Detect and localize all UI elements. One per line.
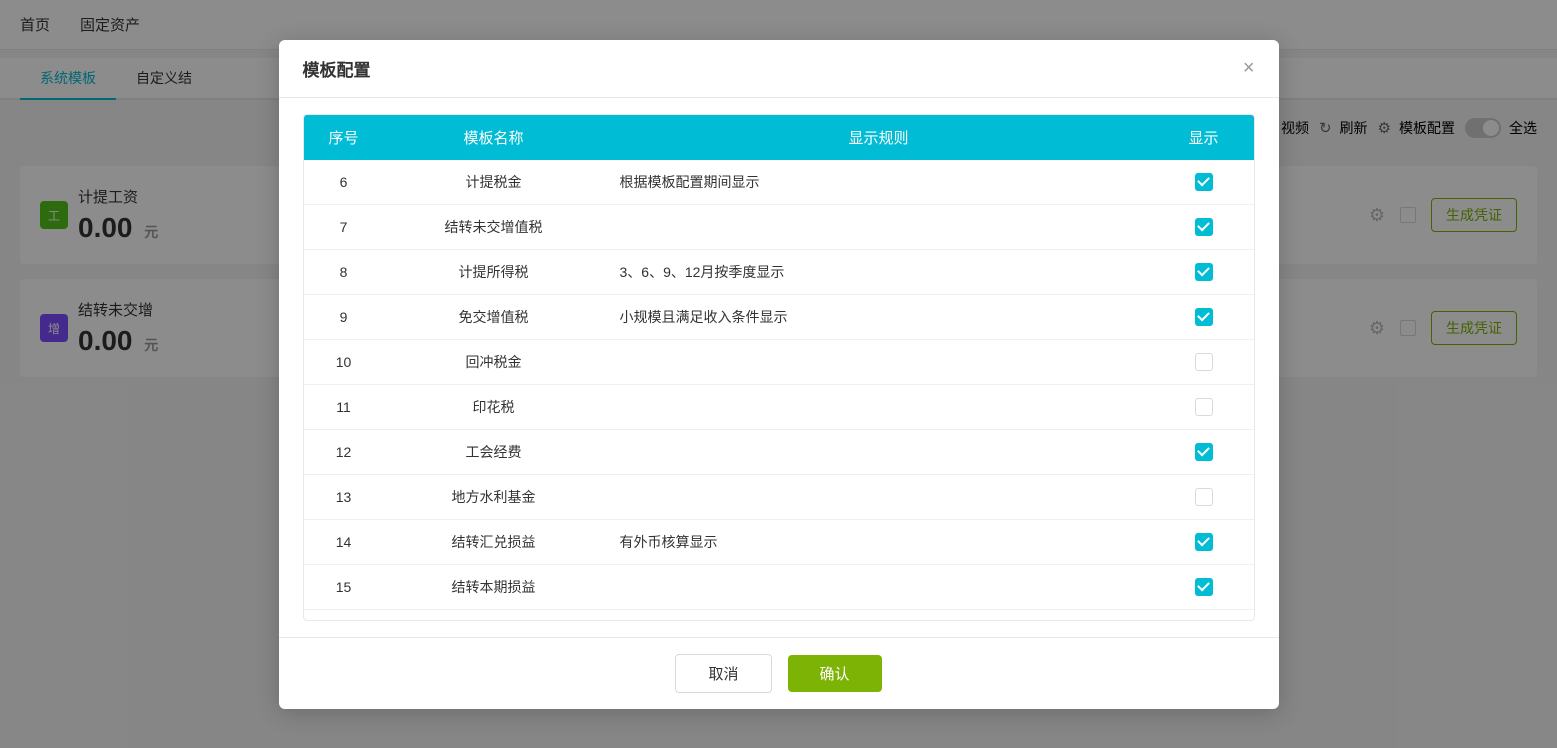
table-row: 11印花税	[304, 384, 1254, 429]
cell-no-2: 8	[304, 249, 384, 294]
checkbox-checked-6[interactable]	[1195, 443, 1213, 461]
cell-rule-8: 有外币核算显示	[604, 519, 1154, 564]
table-row: 14结转汇兑损益有外币核算显示	[304, 519, 1254, 564]
confirm-button[interactable]: 确认	[788, 655, 882, 692]
checkbox-unchecked-5[interactable]	[1195, 398, 1213, 416]
cell-no-6: 12	[304, 429, 384, 474]
dialog-footer: 取消 确认	[279, 637, 1279, 709]
table-body: 6计提税金根据模板配置期间显示7结转未交增值税8计提所得税3、6、9、12月按季…	[304, 160, 1254, 620]
cell-rule-3: 小规模且满足收入条件显示	[604, 294, 1154, 339]
close-button[interactable]: ×	[1243, 58, 1255, 78]
cell-check-4	[1154, 339, 1254, 384]
table-row: 12工会经费	[304, 429, 1254, 474]
cell-no-1: 7	[304, 204, 384, 249]
dialog-header: 模板配置 ×	[279, 40, 1279, 98]
th-display: 显示	[1154, 115, 1254, 160]
cell-no-4: 10	[304, 339, 384, 384]
cell-no-9: 15	[304, 564, 384, 609]
cell-name-8: 结转汇兑损益	[384, 519, 604, 564]
checkbox-checked-8[interactable]	[1195, 533, 1213, 551]
table-row: 8计提所得税3、6、9、12月按季度显示	[304, 249, 1254, 294]
th-no: 序号	[304, 115, 384, 160]
dialog-body: 序号 模板名称 显示规则 显示	[279, 98, 1279, 637]
th-rule: 显示规则	[604, 115, 1154, 160]
table-row: 7结转未交增值税	[304, 204, 1254, 249]
checkbox-checked-0[interactable]	[1195, 173, 1213, 191]
cell-no-7: 13	[304, 474, 384, 519]
checkbox-checked-9[interactable]	[1195, 578, 1213, 596]
checkbox-checked-2[interactable]	[1195, 263, 1213, 281]
checkbox-checked-1[interactable]	[1195, 218, 1213, 236]
checkbox-unchecked-7[interactable]	[1195, 488, 1213, 506]
cell-name-1: 结转未交增值税	[384, 204, 604, 249]
cell-name-7: 地方水利基金	[384, 474, 604, 519]
cell-check-8	[1154, 519, 1254, 564]
cell-rule-10: 12月份显示	[604, 609, 1154, 620]
cell-rule-7	[604, 474, 1154, 519]
cell-rule-4	[604, 339, 1154, 384]
cell-name-3: 免交增值税	[384, 294, 604, 339]
cell-no-10: 16	[304, 609, 384, 620]
table-row: 15结转本期损益	[304, 564, 1254, 609]
checkbox-unchecked-4[interactable]	[1195, 353, 1213, 371]
table-scroll-area: 6计提税金根据模板配置期间显示7结转未交增值税8计提所得税3、6、9、12月按季…	[304, 160, 1254, 620]
cell-rule-2: 3、6、9、12月按季度显示	[604, 249, 1154, 294]
modal-overlay[interactable]: 模板配置 × 序号 模板名称 显示规则 显示	[0, 0, 1557, 748]
th-name: 模板名称	[384, 115, 604, 160]
table-row: 9免交增值税小规模且满足收入条件显示	[304, 294, 1254, 339]
cell-rule-5	[604, 384, 1154, 429]
cell-name-4: 回冲税金	[384, 339, 604, 384]
cell-name-0: 计提税金	[384, 160, 604, 205]
table-head: 序号 模板名称 显示规则 显示	[304, 115, 1254, 160]
template-config-dialog: 模板配置 × 序号 模板名称 显示规则 显示	[279, 40, 1279, 709]
cell-check-7	[1154, 474, 1254, 519]
table-row: 13地方水利基金	[304, 474, 1254, 519]
cell-check-6	[1154, 429, 1254, 474]
cell-rule-0: 根据模板配置期间显示	[604, 160, 1154, 205]
table-row: 16结转未分配利润12月份显示	[304, 609, 1254, 620]
cell-rule-9	[604, 564, 1154, 609]
cell-name-9: 结转本期损益	[384, 564, 604, 609]
cell-check-10	[1154, 609, 1254, 620]
cell-name-6: 工会经费	[384, 429, 604, 474]
cell-rule-6	[604, 429, 1154, 474]
table-header-row: 序号 模板名称 显示规则 显示	[304, 115, 1254, 160]
cancel-button[interactable]: 取消	[675, 654, 771, 693]
cell-name-2: 计提所得税	[384, 249, 604, 294]
cell-no-0: 6	[304, 160, 384, 205]
cell-rule-1	[604, 204, 1154, 249]
cell-check-0	[1154, 160, 1254, 205]
cell-check-2	[1154, 249, 1254, 294]
table-row: 6计提税金根据模板配置期间显示	[304, 160, 1254, 205]
cell-check-3	[1154, 294, 1254, 339]
checkbox-checked-3[interactable]	[1195, 308, 1213, 326]
cell-check-5	[1154, 384, 1254, 429]
cell-no-5: 11	[304, 384, 384, 429]
config-table: 序号 模板名称 显示规则 显示	[304, 115, 1254, 160]
config-table-body: 6计提税金根据模板配置期间显示7结转未交增值税8计提所得税3、6、9、12月按季…	[304, 160, 1254, 620]
cell-no-3: 9	[304, 294, 384, 339]
cell-check-1	[1154, 204, 1254, 249]
cell-check-9	[1154, 564, 1254, 609]
cell-no-8: 14	[304, 519, 384, 564]
cell-name-10: 结转未分配利润	[384, 609, 604, 620]
dialog-title: 模板配置	[303, 56, 371, 81]
cell-name-5: 印花税	[384, 384, 604, 429]
table-container: 序号 模板名称 显示规则 显示	[303, 114, 1255, 621]
table-row: 10回冲税金	[304, 339, 1254, 384]
